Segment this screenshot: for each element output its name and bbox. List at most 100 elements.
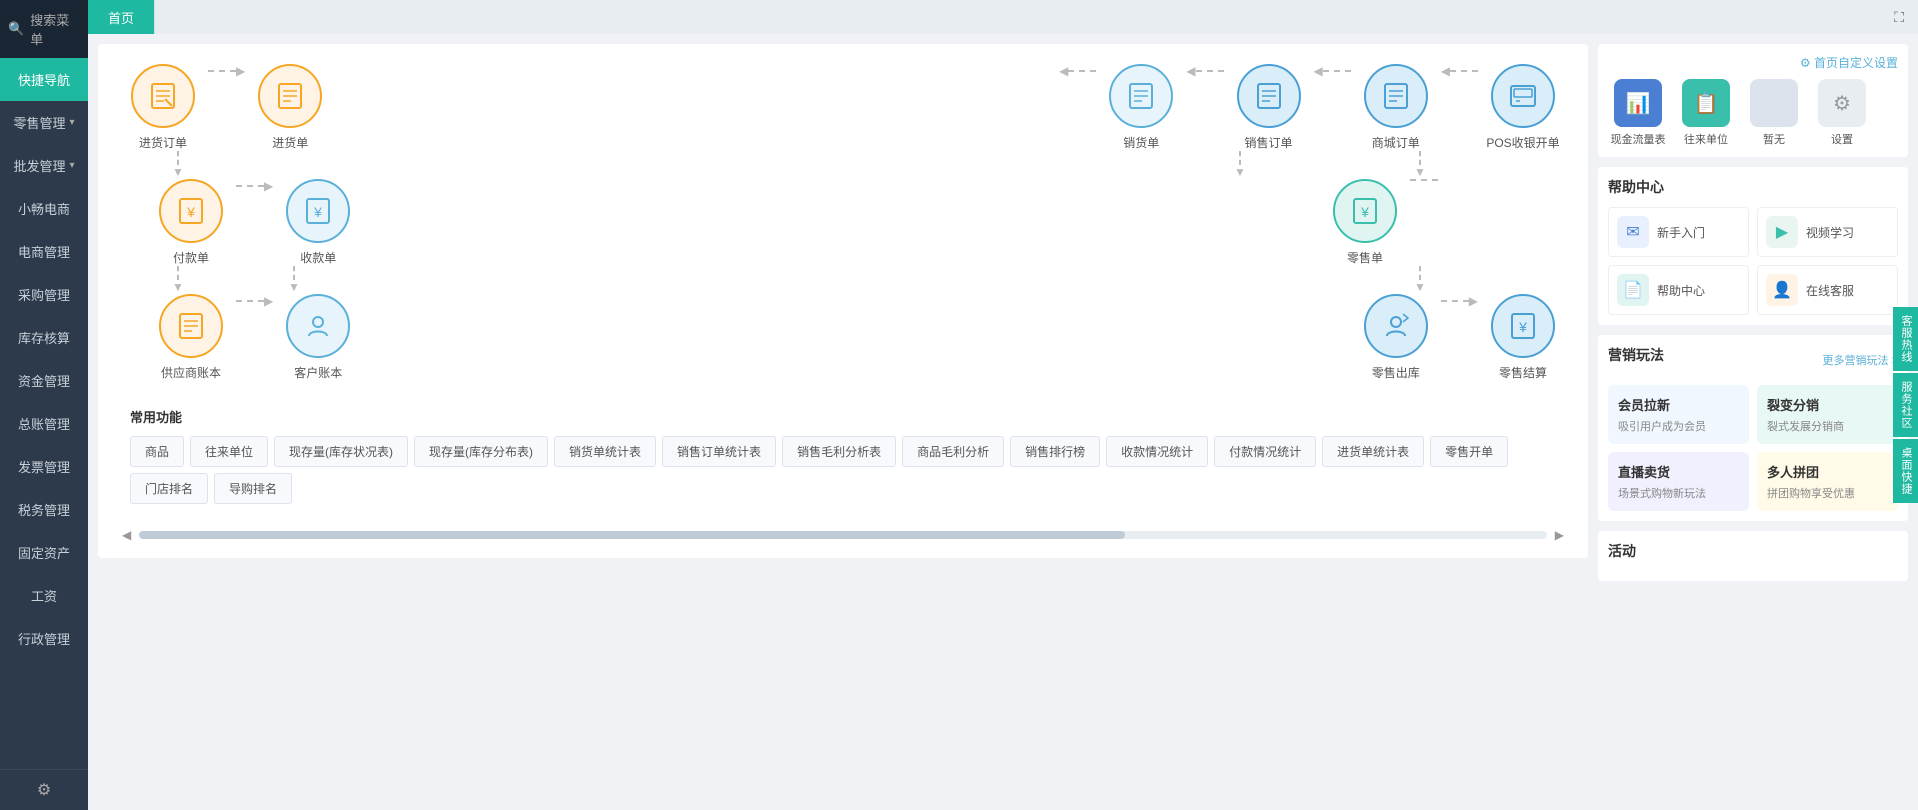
flow-node-payment[interactable]: ¥ 付款单 [146, 179, 236, 266]
content-area: 进货订单 ▶ 进货单 [88, 34, 1918, 810]
func-btn-13[interactable]: 门店排名 [130, 473, 208, 504]
help-item-0[interactable]: ✉新手入门 [1608, 207, 1749, 257]
flow-circle-purchase [258, 64, 322, 128]
func-btn-7[interactable]: 商品毛利分析 [902, 436, 1004, 467]
help-item-3[interactable]: 👤 在线客服 [1757, 265, 1898, 315]
func-btn-10[interactable]: 付款情况统计 [1214, 436, 1316, 467]
float-btn-hotline[interactable]: 客服热线 [1893, 307, 1918, 371]
sidebar-nav-item-5[interactable]: 采购管理 [0, 273, 88, 316]
scroll-track[interactable] [139, 531, 1547, 539]
func-btn-11[interactable]: 进货单统计表 [1322, 436, 1424, 467]
flow-node-customer-book[interactable]: 客户账本 [273, 294, 363, 381]
flow-node-purchase-order[interactable]: 进货订单 [118, 64, 208, 151]
qa-item-0[interactable]: 📊 现金流量表 [1608, 79, 1668, 147]
flow-node-receipt[interactable]: ¥ 收款单 [273, 179, 363, 266]
mkt-title-1: 裂变分销 [1767, 395, 1888, 414]
svg-text:¥: ¥ [1518, 319, 1527, 335]
mkt-desc-3: 拼团购物享受优惠 [1767, 485, 1888, 501]
main-area: 首页 ⛶ 进货订单 [88, 0, 1918, 810]
settings-icon[interactable]: ⚙ [37, 780, 51, 800]
mkt-item-3[interactable]: 多人拼团拼团购物享受优惠 [1757, 452, 1898, 511]
flow-label-retail: 零售单 [1347, 249, 1383, 266]
func-btn-14[interactable]: 导购排名 [214, 473, 292, 504]
func-btn-0[interactable]: 商品 [130, 436, 184, 467]
sidebar-nav-item-6[interactable]: 库存核算 [0, 316, 88, 359]
sidebar-nav-item-12[interactable]: 工资 [0, 574, 88, 617]
sidebar-nav-item-8[interactable]: 总账管理 [0, 402, 88, 445]
flow-node-pos[interactable]: POS收银开单 [1478, 64, 1568, 151]
help-label-0: 新手入门 [1657, 224, 1705, 241]
func-btn-3[interactable]: 现存量(库存分布表) [414, 436, 548, 467]
flow-label-purchase: 进货单 [272, 134, 308, 151]
qa-icon-0: 📊 [1614, 79, 1662, 127]
mkt-item-2[interactable]: 直播卖货场景式购物新玩法 [1608, 452, 1749, 511]
tab-home[interactable]: 首页 [88, 0, 155, 34]
svg-text:¥: ¥ [1360, 204, 1369, 220]
flow-node-sales-order[interactable]: 销售订单 [1224, 64, 1314, 151]
sidebar-nav-item-3[interactable]: 小畅电商 [0, 187, 88, 230]
float-btn-shortcut[interactable]: 桌面快捷 [1893, 439, 1918, 503]
func-btn-8[interactable]: 销售排行榜 [1010, 436, 1100, 467]
sidebar-nav-item-13[interactable]: 行政管理 [0, 617, 88, 660]
flow-node-retail-out[interactable]: 零售出库 [1351, 294, 1441, 381]
flow-node-purchase[interactable]: 进货单 [245, 64, 335, 151]
sidebar-search[interactable]: 🔍 搜索菜单 [0, 0, 88, 58]
flow-circle-supplier-book [159, 294, 223, 358]
flow-circle-pos [1491, 64, 1555, 128]
fullscreen-button[interactable]: ⛶ [1890, 5, 1908, 30]
mkt-title-0: 会员拉新 [1618, 395, 1739, 414]
flow-label-purchase-order: 进货订单 [139, 134, 187, 151]
flow-circle-sales-order [1237, 64, 1301, 128]
mkt-item-1[interactable]: 裂变分销裂式发展分销商 [1757, 385, 1898, 444]
qa-label-3: 设置 [1831, 131, 1853, 147]
chevron-down-icon: ▾ [69, 117, 74, 128]
qa-icon-2 [1750, 79, 1798, 127]
mkt-title-2: 直播卖货 [1618, 462, 1739, 481]
qa-item-2[interactable]: 暂无 [1744, 79, 1804, 147]
sidebar-nav-item-2[interactable]: 批发管理▾ [0, 144, 88, 187]
func-btn-4[interactable]: 销货单统计表 [554, 436, 656, 467]
flow-label-retail-out: 零售出库 [1372, 364, 1420, 381]
scroll-row: ◀ ▶ [118, 522, 1568, 548]
flow-node-retail[interactable]: ¥ 零售单 [1320, 179, 1410, 266]
func-btn-12[interactable]: 零售开单 [1430, 436, 1508, 467]
qa-item-3[interactable]: ⚙设置 [1812, 79, 1872, 147]
func-btn-9[interactable]: 收款情况统计 [1106, 436, 1208, 467]
sidebar-nav-item-11[interactable]: 固定资产 [0, 531, 88, 574]
quick-access-header: ⚙ 首页自定义设置 [1608, 54, 1898, 71]
func-btn-2[interactable]: 现存量(库存状况表) [274, 436, 408, 467]
marketing-more[interactable]: 更多营销玩法 > [1823, 352, 1898, 368]
sidebar-nav-item-1[interactable]: 零售管理▾ [0, 101, 88, 144]
float-btn-community[interactable]: 服务社区 [1893, 373, 1918, 437]
qa-icon-1: 📋 [1682, 79, 1730, 127]
tab-bar: 首页 ⛶ [88, 0, 1918, 34]
settings-label[interactable]: ⚙ 首页自定义设置 [1800, 54, 1898, 71]
flow-node-retail-settle[interactable]: ¥ 零售结算 [1478, 294, 1568, 381]
sidebar-nav-item-10[interactable]: 税务管理 [0, 488, 88, 531]
func-btn-1[interactable]: 往来单位 [190, 436, 268, 467]
mkt-item-0[interactable]: 会员拉新吸引用户成为会员 [1608, 385, 1749, 444]
scroll-right[interactable]: ▶ [1551, 526, 1568, 544]
qa-label-0: 现金流量表 [1611, 131, 1666, 147]
sidebar-nav-item-9[interactable]: 发票管理 [0, 445, 88, 488]
flow-label-payment: 付款单 [173, 249, 209, 266]
help-item-2[interactable]: 📄帮助中心 [1608, 265, 1749, 315]
help-item-1[interactable]: ▶视频学习 [1757, 207, 1898, 257]
qa-label-1: 往来单位 [1684, 131, 1728, 147]
sidebar-nav-item-7[interactable]: 资金管理 [0, 359, 88, 402]
flow-node-sales[interactable]: 销货单 [1096, 64, 1186, 151]
func-btn-6[interactable]: 销售毛利分析表 [782, 436, 896, 467]
mkt-title-3: 多人拼团 [1767, 462, 1888, 481]
help-icon-3: 👤 [1766, 274, 1798, 306]
flow-node-supplier-book[interactable]: 供应商账本 [146, 294, 236, 381]
qa-grid: 📊 现金流量表 📋 往来单位暂无⚙设置 [1608, 79, 1898, 147]
flow-node-mall-order[interactable]: 商城订单 [1351, 64, 1441, 151]
flow-label-supplier-book: 供应商账本 [161, 364, 221, 381]
func-btn-5[interactable]: 销售订单统计表 [662, 436, 776, 467]
help-label-3: 在线客服 [1806, 282, 1854, 299]
sidebar-nav-item-4[interactable]: 电商管理 [0, 230, 88, 273]
qa-item-1[interactable]: 📋 往来单位 [1676, 79, 1736, 147]
sidebar-nav-item-0[interactable]: 快捷导航 [0, 58, 88, 101]
scroll-left[interactable]: ◀ [118, 526, 135, 544]
flow-label-receipt: 收款单 [300, 249, 336, 266]
